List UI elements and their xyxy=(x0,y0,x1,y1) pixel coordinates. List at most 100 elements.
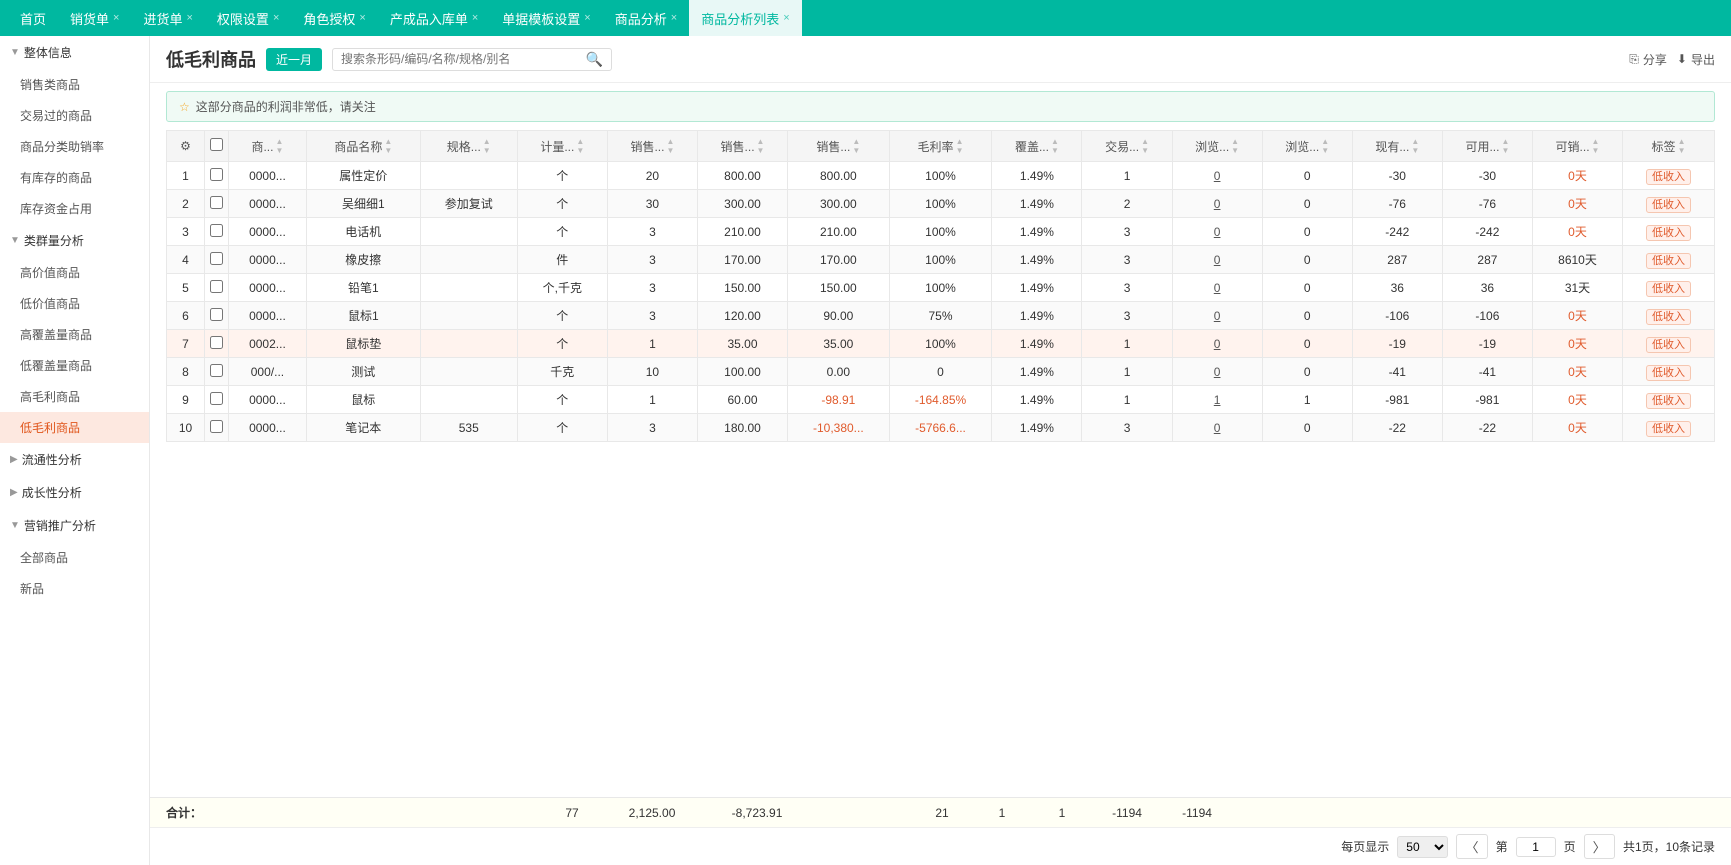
sidebar-group-circulation-arrow: ▶ xyxy=(10,454,18,465)
sidebar-group-marketing-arrow: ▼ xyxy=(10,520,20,531)
page-number-input[interactable] xyxy=(1516,837,1556,857)
nav-purchase-order-close[interactable]: × xyxy=(186,12,192,24)
sidebar-group-circulation[interactable]: ▶ 流通性分析 xyxy=(0,443,149,476)
cell-checkbox[interactable] xyxy=(205,302,229,330)
col-tag[interactable]: 标签▲▼ xyxy=(1623,131,1715,162)
sidebar-group-cluster[interactable]: ▼ 类群量分析 xyxy=(0,224,149,257)
per-page-label: 每页显示 xyxy=(1341,838,1389,855)
cell-num: 1 xyxy=(167,162,205,190)
next-page-button[interactable]: 〉 xyxy=(1584,834,1615,859)
cell-browse1[interactable]: 0 xyxy=(1172,218,1262,246)
col-browse2[interactable]: 浏览...▲▼ xyxy=(1262,131,1352,162)
nav-sales-order[interactable]: 销货单 × xyxy=(58,0,131,36)
sidebar-item-low-coverage[interactable]: 低覆盖量商品 xyxy=(0,350,149,381)
cell-transaction: 2 xyxy=(1082,190,1172,218)
cell-checkbox[interactable] xyxy=(205,162,229,190)
table-row: 9 0000... 鼠标 个 1 60.00 -98.91 -164.85% 1… xyxy=(167,386,1715,414)
share-button[interactable]: ⎘ 分享 xyxy=(1629,51,1667,68)
cell-checkbox[interactable] xyxy=(205,330,229,358)
cell-checkbox[interactable] xyxy=(205,246,229,274)
nav-permissions-close[interactable]: × xyxy=(273,12,279,24)
export-button[interactable]: ⬇ 导出 xyxy=(1677,51,1715,68)
search-icon[interactable]: 🔍 xyxy=(586,51,603,68)
sidebar-item-high-profit[interactable]: 高毛利商品 xyxy=(0,381,149,412)
nav-template-settings-close[interactable]: × xyxy=(584,12,590,24)
col-code[interactable]: 商...▲▼ xyxy=(229,131,307,162)
cell-checkbox[interactable] xyxy=(205,218,229,246)
nav-sales-order-close[interactable]: × xyxy=(113,12,119,24)
cell-sales-profit: 35.00 xyxy=(788,330,890,358)
cell-sales-qty: 3 xyxy=(607,274,697,302)
col-sales-profit[interactable]: 销售...▲▼ xyxy=(788,131,890,162)
nav-product-inbound-close[interactable]: × xyxy=(472,12,478,24)
search-input[interactable] xyxy=(341,52,586,66)
cell-code: 0000... xyxy=(229,162,307,190)
cell-gross-rate: -164.85% xyxy=(889,386,992,414)
col-spec[interactable]: 规格...▲▼ xyxy=(420,131,517,162)
cell-browse1[interactable]: 0 xyxy=(1172,162,1262,190)
sidebar-item-stocked-goods[interactable]: 有库存的商品 xyxy=(0,162,149,193)
cell-checkbox[interactable] xyxy=(205,190,229,218)
nav-home[interactable]: 首页 xyxy=(8,0,58,36)
col-gross-rate[interactable]: 毛利率▲▼ xyxy=(889,131,992,162)
nav-template-settings[interactable]: 单据模板设置 × xyxy=(490,0,602,36)
cell-tag: 低收入 xyxy=(1623,218,1715,246)
cell-checkbox[interactable] xyxy=(205,358,229,386)
col-browse1[interactable]: 浏览...▲▼ xyxy=(1172,131,1262,162)
cell-browse1[interactable]: 0 xyxy=(1172,358,1262,386)
nav-product-analysis-list[interactable]: 商品分析列表 × xyxy=(689,0,801,36)
table-row: 1 0000... 属性定价 个 20 800.00 800.00 100% 1… xyxy=(167,162,1715,190)
sidebar-item-stock-capital[interactable]: 库存资金占用 xyxy=(0,193,149,224)
cell-checkbox[interactable] xyxy=(205,386,229,414)
sidebar-item-category-rate[interactable]: 商品分类助销率 xyxy=(0,131,149,162)
sidebar-item-low-profit[interactable]: 低毛利商品 xyxy=(0,412,149,443)
filter-recent-month-button[interactable]: 近一月 xyxy=(266,48,322,71)
select-all-checkbox[interactable] xyxy=(210,138,223,151)
cell-browse1[interactable]: 0 xyxy=(1172,190,1262,218)
cell-browse1[interactable]: 0 xyxy=(1172,246,1262,274)
col-current[interactable]: 现有...▲▼ xyxy=(1352,131,1442,162)
cell-tag: 低收入 xyxy=(1623,162,1715,190)
cell-num: 7 xyxy=(167,330,205,358)
col-settings[interactable]: ⚙ xyxy=(167,131,205,162)
nav-purchase-order[interactable]: 进货单 × xyxy=(131,0,204,36)
sidebar-group-overall[interactable]: ▼ 整体信息 xyxy=(0,36,149,69)
col-saleable[interactable]: 可销...▲▼ xyxy=(1532,131,1622,162)
prev-page-button[interactable]: 〈 xyxy=(1456,834,1487,859)
col-coverage[interactable]: 覆盖...▲▼ xyxy=(992,131,1082,162)
cell-browse1[interactable]: 0 xyxy=(1172,414,1262,442)
nav-product-inbound[interactable]: 产成品入库单 × xyxy=(378,0,490,36)
cell-browse1[interactable]: 0 xyxy=(1172,302,1262,330)
col-available[interactable]: 可用...▲▼ xyxy=(1442,131,1532,162)
sidebar-item-new-goods[interactable]: 新品 xyxy=(0,573,149,604)
sidebar-item-high-value[interactable]: 高价值商品 xyxy=(0,257,149,288)
sidebar-item-low-value[interactable]: 低价值商品 xyxy=(0,288,149,319)
cell-browse1[interactable]: 0 xyxy=(1172,330,1262,358)
col-sales-qty[interactable]: 销售...▲▼ xyxy=(607,131,697,162)
cell-num: 6 xyxy=(167,302,205,330)
nav-product-analysis-list-close[interactable]: × xyxy=(783,12,789,24)
sidebar-item-high-coverage[interactable]: 高覆盖量商品 xyxy=(0,319,149,350)
cell-saleable: 0天 xyxy=(1532,162,1622,190)
sidebar-item-sales-goods[interactable]: 销售类商品 xyxy=(0,69,149,100)
col-checkbox-all[interactable] xyxy=(205,131,229,162)
per-page-select[interactable]: 50 20 100 xyxy=(1397,836,1448,858)
sidebar-group-growth[interactable]: ▶ 成长性分析 xyxy=(0,476,149,509)
nav-product-analysis[interactable]: 商品分析 × xyxy=(603,0,689,36)
nav-role-auth-close[interactable]: × xyxy=(359,12,365,24)
cell-browse1[interactable]: 0 xyxy=(1172,274,1262,302)
col-sales-price[interactable]: 销售...▲▼ xyxy=(697,131,787,162)
nav-product-analysis-close[interactable]: × xyxy=(671,12,677,24)
cell-checkbox[interactable] xyxy=(205,414,229,442)
nav-role-auth[interactable]: 角色授权 × xyxy=(291,0,377,36)
sidebar-group-marketing[interactable]: ▼ 营销推广分析 xyxy=(0,509,149,542)
nav-permissions[interactable]: 权限设置 × xyxy=(205,0,291,36)
col-name[interactable]: 商品名称▲▼ xyxy=(306,131,420,162)
sidebar-item-all-goods[interactable]: 全部商品 xyxy=(0,542,149,573)
col-unit[interactable]: 计量...▲▼ xyxy=(517,131,607,162)
cell-gross-rate: 100% xyxy=(889,190,992,218)
cell-checkbox[interactable] xyxy=(205,274,229,302)
cell-browse1[interactable]: 1 xyxy=(1172,386,1262,414)
col-transaction[interactable]: 交易...▲▼ xyxy=(1082,131,1172,162)
sidebar-item-traded-goods[interactable]: 交易过的商品 xyxy=(0,100,149,131)
